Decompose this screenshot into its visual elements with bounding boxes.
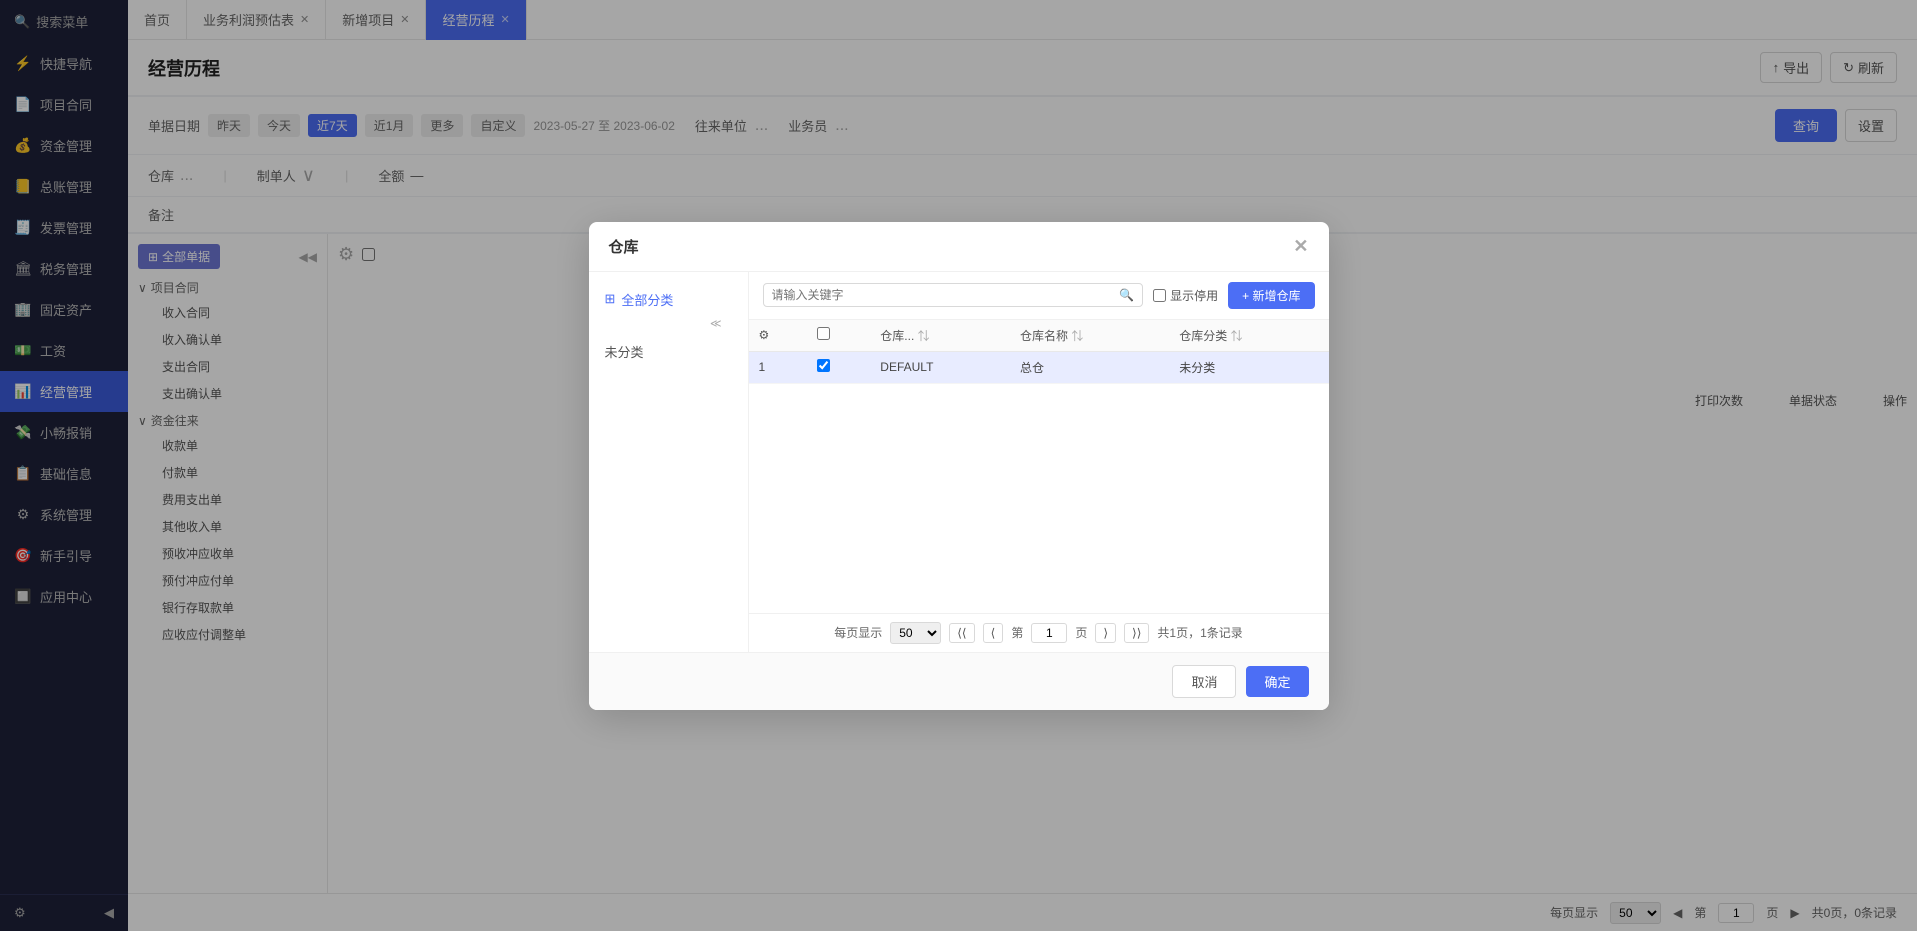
all-category-item[interactable]: ⊞ 全部分类 [589,282,748,317]
th-checkbox [807,320,870,352]
row-select-checkbox[interactable] [817,359,830,372]
add-warehouse-label: + 新增仓库 [1242,287,1300,304]
th-code-label: 仓库... [880,329,914,343]
sort-icon-category: ⇅ [1231,329,1243,343]
show-disabled-label: 显示停用 [1153,287,1218,304]
category-icon: ⊞ [605,291,616,307]
row-code: DEFAULT [870,351,1010,383]
last-page-btn-dialog[interactable]: ⟩⟩ [1124,623,1149,643]
first-page-btn[interactable]: ⟨⟨ [949,623,974,643]
settings-col-icon[interactable]: ⚙ [759,328,770,342]
warehouse-search-input[interactable] [772,288,1114,302]
show-disabled-text: 显示停用 [1170,287,1218,304]
all-category-label: 全部分类 [621,290,673,309]
table-row[interactable]: 1 DEFAULT 总仓 未分类 [749,351,1329,383]
add-warehouse-button[interactable]: + 新增仓库 [1228,282,1314,309]
show-disabled-checkbox[interactable] [1153,289,1166,302]
th-name[interactable]: 仓库名称 ⇅ [1010,320,1169,352]
dialog-title: 仓库 [609,236,639,257]
dialog-category-sidebar: ⊞ 全部分类 ≪ 未分类 [589,272,749,652]
uncategorized-item[interactable]: 未分类 [589,334,748,369]
th-code[interactable]: 仓库... ⇅ [870,320,1010,352]
row-index: 1 [749,351,808,383]
total-dialog: 共1页，1条记录 [1157,624,1242,641]
sidebar-collapse-icon[interactable]: ≪ [694,317,738,330]
per-page-select-dialog[interactable]: 50 100 [890,622,941,644]
select-all-dialog-checkbox[interactable] [817,327,830,340]
table-header-row: ⚙ 仓库... ⇅ 仓库名称 [749,320,1329,352]
row-category: 未分类 [1169,351,1328,383]
sort-icon-name: ⇅ [1071,329,1083,343]
dialog-toolbar: 🔍 显示停用 + 新增仓库 [749,272,1329,320]
dialog-header: 仓库 ✕ [589,222,1329,272]
uncategorized-label: 未分类 [605,342,644,361]
page-prefix-dialog: 第 [1011,624,1023,641]
th-name-label: 仓库名称 [1020,329,1068,343]
per-page-label-dialog: 每页显示 [834,624,882,641]
th-settings: ⚙ [749,320,808,352]
next-page-btn-dialog[interactable]: ⟩ [1095,623,1116,643]
modal-overlay: 仓库 ✕ ⊞ 全部分类 ≪ 未分类 [0,0,1917,931]
th-category-label: 仓库分类 [1179,329,1227,343]
row-name: 总仓 [1010,351,1169,383]
dialog-close-btn[interactable]: ✕ [1293,236,1308,257]
confirm-button[interactable]: 确定 [1246,666,1308,697]
warehouse-dialog: 仓库 ✕ ⊞ 全部分类 ≪ 未分类 [589,222,1329,710]
prev-page-btn-dialog[interactable]: ⟨ [983,623,1004,643]
cancel-button[interactable]: 取消 [1172,665,1236,698]
dialog-body: ⊞ 全部分类 ≪ 未分类 🔍 [589,272,1329,652]
row-checkbox [807,351,870,383]
warehouse-table: ⚙ 仓库... ⇅ 仓库名称 [749,320,1329,384]
th-category[interactable]: 仓库分类 ⇅ [1169,320,1328,352]
dialog-table-wrap: ⚙ 仓库... ⇅ 仓库名称 [749,320,1329,613]
page-input-dialog[interactable] [1031,623,1067,643]
page-suffix-dialog: 页 [1075,624,1087,641]
search-glass-icon: 🔍 [1119,288,1134,302]
sort-icon-code: ⇅ [918,329,930,343]
search-box: 🔍 [763,283,1144,307]
dialog-main: 🔍 显示停用 + 新增仓库 [749,272,1329,652]
dialog-action-bar: 取消 确定 [589,652,1329,710]
dialog-pagination: 每页显示 50 100 ⟨⟨ ⟨ 第 页 ⟩ ⟩⟩ 共1页，1条记录 [749,613,1329,652]
